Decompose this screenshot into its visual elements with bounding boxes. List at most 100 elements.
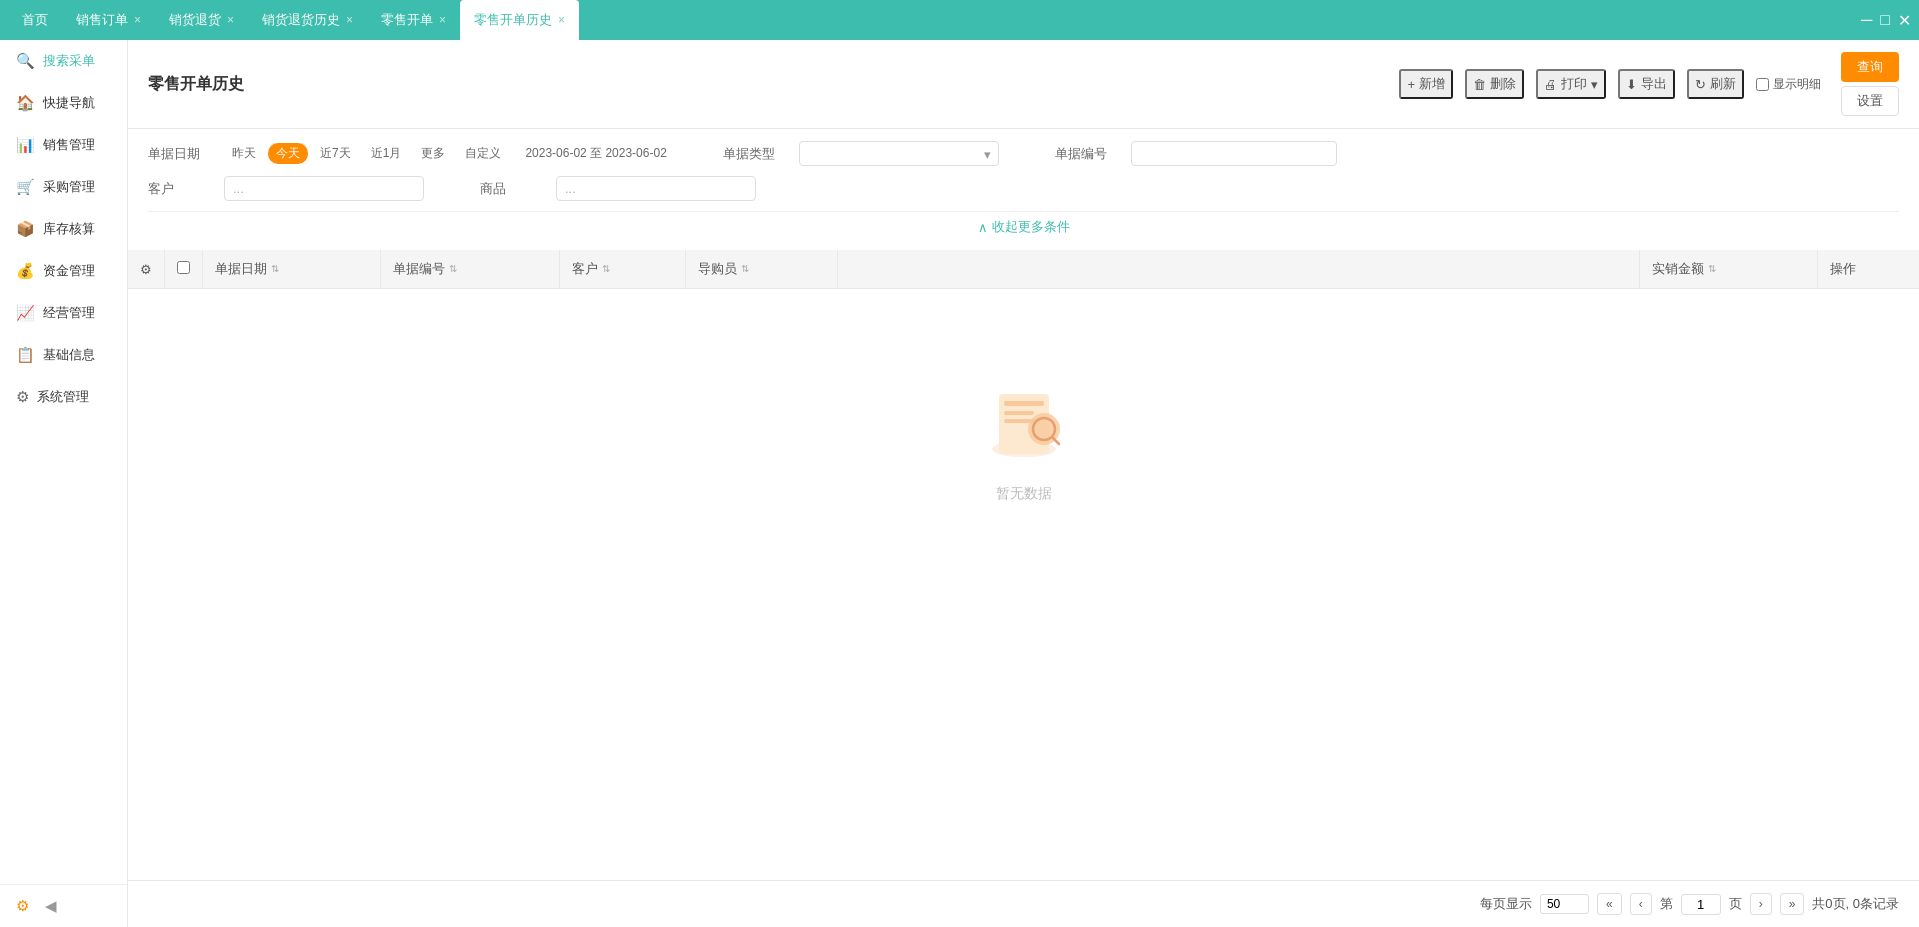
doc-no-input[interactable] — [1131, 141, 1337, 166]
col-customer[interactable]: 客户 ⇅ — [559, 250, 685, 289]
col-guide[interactable]: 导购员 ⇅ — [685, 250, 837, 289]
sidebar-item-sys-mgmt[interactable]: ⚙ 系统管理 — [0, 376, 127, 418]
empty-state-row: 暂无数据 — [128, 289, 1919, 584]
prev-page-btn[interactable]: ‹ — [1630, 893, 1652, 915]
maximize-icon[interactable]: □ — [1880, 11, 1890, 29]
tab-home-label: 首页 — [22, 11, 48, 29]
date-btn-today[interactable]: 今天 — [268, 143, 308, 164]
data-table: ⚙ 单据日期 ⇅ 单据编号 — [128, 250, 1919, 583]
toolbar: + 新增 🗑 删除 🖨 打印 ▾ ⬇ 导出 ↻ — [1399, 52, 1899, 116]
ops-icon: 📈 — [16, 304, 35, 322]
refresh-button[interactable]: ↻ 刷新 — [1687, 69, 1744, 99]
tab-retail-open-history[interactable]: 零售开单历史 × — [460, 0, 579, 40]
date-btn-custom[interactable]: 自定义 — [457, 143, 509, 164]
sidebar-item-sys-mgmt-label: 系统管理 — [37, 388, 89, 406]
date-btn-yesterday[interactable]: 昨天 — [224, 143, 264, 164]
delete-icon: 🗑 — [1473, 77, 1486, 92]
first-page-btn[interactable]: « — [1597, 893, 1622, 915]
col-no-sort-icon: ⇅ — [449, 264, 457, 274]
doc-no-label: 单据编号 — [1055, 145, 1115, 163]
collapse-icon: ∧ — [978, 220, 988, 235]
customer-input-wrap[interactable]: ... — [224, 176, 424, 201]
export-label: 导出 — [1641, 75, 1667, 93]
tab-sales-return[interactable]: 销货退货 × — [155, 0, 248, 40]
sidebar: 🔍 搜索采单 🏠 快捷导航 📊 销售管理 🛒 采购管理 📦 库存核算 💰 — [0, 40, 128, 927]
doc-type-select[interactable] — [799, 141, 999, 166]
sidebar-settings-icon[interactable]: ⚙ — [16, 897, 29, 915]
print-icon: 🖨 — [1544, 77, 1557, 92]
print-button[interactable]: 🖨 打印 ▾ — [1536, 69, 1606, 99]
sidebar-item-purchase-mgmt[interactable]: 🛒 采购管理 — [0, 166, 127, 208]
sidebar-item-sales-mgmt-label: 销售管理 — [43, 136, 95, 154]
table-settings-cell[interactable]: ⚙ — [128, 250, 165, 289]
display-label: 显示明细 — [1773, 76, 1821, 93]
tab-sales-order[interactable]: 销售订单 × — [62, 0, 155, 40]
delete-button[interactable]: 🗑 删除 — [1465, 69, 1524, 99]
col-amount[interactable]: 实销金额 ⇅ — [1639, 250, 1817, 289]
export-button[interactable]: ⬇ 导出 — [1618, 69, 1675, 99]
goods-input-wrap[interactable]: ... — [556, 176, 756, 201]
date-btn-7days[interactable]: 近7天 — [312, 143, 359, 164]
tab-retail-open-close[interactable]: × — [439, 13, 446, 27]
date-filter-label: 单据日期 — [148, 145, 208, 163]
export-icon: ⬇ — [1626, 77, 1637, 92]
sidebar-item-basic-info[interactable]: 📋 基础信息 — [0, 334, 127, 376]
delete-label: 删除 — [1490, 75, 1516, 93]
sidebar-item-finance[interactable]: 💰 资金管理 — [0, 250, 127, 292]
tab-sales-return-history-close[interactable]: × — [346, 13, 353, 27]
content-area: 零售开单历史 + 新增 🗑 删除 🖨 打印 ▾ ⬇ 导出 — [128, 40, 1919, 927]
tab-sales-return-history-label: 销货退货历史 — [262, 11, 340, 29]
tab-sales-order-label: 销售订单 — [76, 11, 128, 29]
tab-sales-return-history[interactable]: 销货退货历史 × — [248, 0, 367, 40]
sidebar-item-ops-mgmt[interactable]: 📈 经营管理 — [0, 292, 127, 334]
sidebar-item-sales-mgmt[interactable]: 📊 销售管理 — [0, 124, 127, 166]
last-page-btn[interactable]: » — [1780, 893, 1805, 915]
page-size-label: 每页显示 — [1480, 895, 1532, 913]
tab-home[interactable]: 首页 — [8, 0, 62, 40]
col-guide-label: 导购员 — [698, 260, 737, 278]
display-checkbox[interactable] — [1756, 78, 1769, 91]
page-word: 第 — [1660, 895, 1673, 913]
col-no[interactable]: 单据编号 ⇅ — [381, 250, 559, 289]
tab-retail-open[interactable]: 零售开单 × — [367, 0, 460, 40]
filter-section: 单据日期 昨天 今天 近7天 近1月 更多 自定义 2023-06-02 至 2… — [128, 129, 1919, 250]
filter-row-1: 单据日期 昨天 今天 近7天 近1月 更多 自定义 2023-06-02 至 2… — [148, 129, 1899, 166]
date-btn-more[interactable]: 更多 — [413, 143, 453, 164]
add-button[interactable]: + 新增 — [1399, 69, 1453, 99]
sidebar-collapse-icon[interactable]: ◀ — [45, 897, 57, 915]
query-button[interactable]: 查询 — [1841, 52, 1899, 82]
sidebar-bottom: ⚙ ◀ — [0, 884, 127, 927]
display-toggle[interactable]: 显示明细 — [1756, 76, 1821, 93]
minimize-icon[interactable]: ─ — [1861, 11, 1872, 29]
col-amount-sort-icon: ⇅ — [1708, 264, 1716, 274]
money-icon: 💰 — [16, 262, 35, 280]
sidebar-item-inventory[interactable]: 📦 库存核算 — [0, 208, 127, 250]
gear-icon: ⚙ — [16, 388, 29, 406]
date-btn-1month[interactable]: 近1月 — [363, 143, 410, 164]
tab-sales-return-close[interactable]: × — [227, 13, 234, 27]
tab-sales-return-label: 销货退货 — [169, 11, 221, 29]
empty-state-cell: 暂无数据 — [128, 289, 1919, 584]
setting-button[interactable]: 设置 — [1841, 86, 1899, 116]
table-select-all[interactable] — [177, 261, 190, 274]
collapse-more-btn[interactable]: ∧ 收起更多条件 — [148, 211, 1899, 242]
sidebar-item-quick-nav[interactable]: 🏠 快捷导航 — [0, 82, 127, 124]
sidebar-item-search-label: 搜索采单 — [43, 52, 95, 70]
page-number-input[interactable] — [1681, 894, 1721, 915]
tab-sales-order-close[interactable]: × — [134, 13, 141, 27]
sidebar-item-purchase-mgmt-label: 采购管理 — [43, 178, 95, 196]
print-label: 打印 — [1561, 75, 1587, 93]
sidebar-item-search[interactable]: 🔍 搜索采单 — [0, 40, 127, 82]
doc-icon: 📋 — [16, 346, 35, 364]
table-header: ⚙ 单据日期 ⇅ 单据编号 — [128, 250, 1919, 289]
col-date-sort-icon: ⇅ — [271, 264, 279, 274]
close-icon[interactable]: ✕ — [1898, 11, 1911, 30]
empty-text: 暂无数据 — [996, 485, 1052, 503]
col-customer-sort-icon: ⇅ — [602, 264, 610, 274]
next-page-btn[interactable]: › — [1750, 893, 1772, 915]
page-size-select[interactable]: 10 20 50 100 — [1540, 894, 1589, 914]
col-no-label: 单据编号 — [393, 260, 445, 278]
col-date[interactable]: 单据日期 ⇅ — [203, 250, 381, 289]
tab-retail-open-history-close[interactable]: × — [558, 13, 565, 27]
table-header-row: ⚙ 单据日期 ⇅ 单据编号 — [128, 250, 1919, 289]
